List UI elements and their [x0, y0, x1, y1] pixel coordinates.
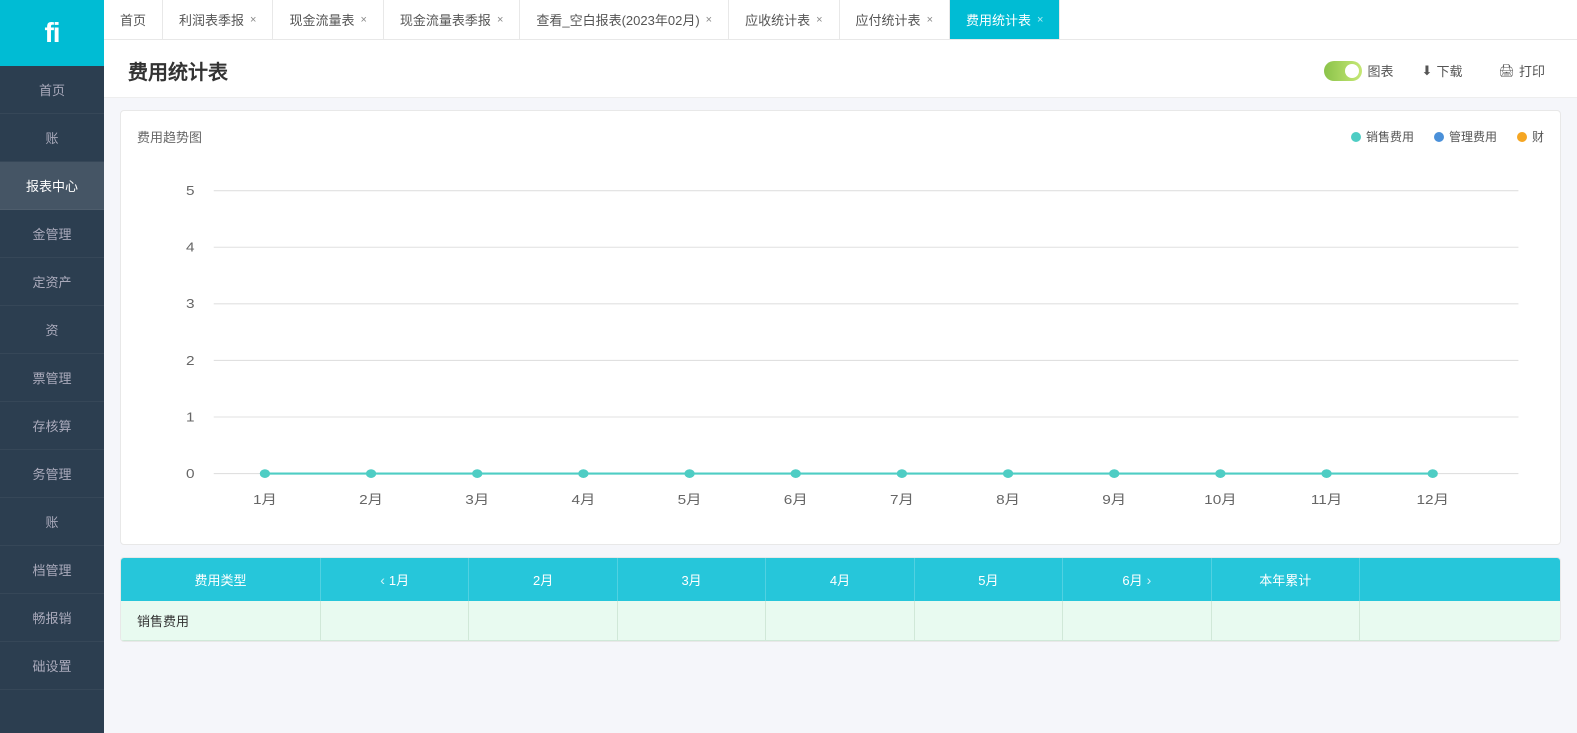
- tab-close-blank-report[interactable]: ×: [706, 14, 712, 26]
- download-button[interactable]: ⬇ 下载: [1414, 57, 1471, 84]
- svg-text:12月: 12月: [1417, 493, 1449, 508]
- svg-text:4月: 4月: [571, 493, 595, 508]
- svg-text:6月: 6月: [784, 493, 808, 508]
- data-table: 费用类型 ‹ 1月 2月 3月 4月 5月: [120, 557, 1561, 642]
- main-area: 首页 利润表季报 × 现金流量表 × 现金流量表季报 × 查看_空白报表(202…: [104, 0, 1577, 733]
- col-nav-prev[interactable]: ‹ 1月: [321, 558, 469, 601]
- tab-cashflow-quarterly[interactable]: 现金流量表季报 ×: [384, 0, 520, 39]
- col-month-4: 4月: [766, 558, 914, 601]
- cell-type: 销售费用: [121, 601, 321, 640]
- sidebar-item-account[interactable]: 账: [0, 498, 104, 546]
- app-logo: fi: [0, 0, 104, 66]
- svg-text:8月: 8月: [996, 493, 1020, 508]
- sidebar-item-settings[interactable]: 础设置: [0, 642, 104, 690]
- tab-payable[interactable]: 应付统计表 ×: [840, 0, 950, 39]
- tab-close-cashflow-quarterly[interactable]: ×: [497, 14, 503, 26]
- svg-text:2: 2: [186, 354, 195, 369]
- content-area: 费用统计表 图表 ⬇ 下载 🖨 打印 费用趋势图: [104, 40, 1577, 733]
- chart-toggle-switch[interactable]: [1324, 61, 1362, 81]
- sidebar-item-assets[interactable]: 定资产: [0, 258, 104, 306]
- page-header: 费用统计表 图表 ⬇ 下载 🖨 打印: [104, 40, 1577, 98]
- tab-home[interactable]: 首页: [104, 0, 163, 39]
- svg-text:1: 1: [186, 410, 195, 425]
- svg-text:9月: 9月: [1102, 493, 1126, 508]
- tab-close-receivable[interactable]: ×: [816, 14, 822, 26]
- sidebar-item-expense[interactable]: 畅报销: [0, 594, 104, 642]
- next-arrow-icon[interactable]: ›: [1147, 572, 1152, 588]
- sidebar: fi 首页 账 报表中心 金管理 定资产 资 票管理 存核算 务管理 账 档管理…: [0, 0, 104, 733]
- svg-text:4: 4: [186, 241, 195, 256]
- chart-legend: 销售费用 管理费用 财: [1351, 128, 1544, 145]
- sidebar-item-service[interactable]: 务管理: [0, 450, 104, 498]
- cell-m4: [766, 601, 914, 640]
- table-header-row: 费用类型 ‹ 1月 2月 3月 4月 5月: [121, 558, 1560, 601]
- tab-close-expense-stats[interactable]: ×: [1037, 14, 1043, 26]
- legend-finance: 财: [1517, 128, 1544, 145]
- tab-expense-stats[interactable]: 费用统计表 ×: [950, 0, 1060, 39]
- svg-text:10月: 10月: [1204, 493, 1236, 508]
- cell-m3: [618, 601, 766, 640]
- sidebar-item-reports[interactable]: 报表中心: [0, 162, 104, 210]
- tab-close-cashflow[interactable]: ×: [360, 14, 366, 26]
- table-row: 销售费用: [121, 601, 1560, 641]
- col-type: 费用类型: [121, 558, 321, 601]
- svg-text:0: 0: [186, 467, 195, 482]
- col-month-3: 3月: [618, 558, 766, 601]
- svg-text:5: 5: [186, 184, 195, 199]
- legend-dot-sales: [1351, 132, 1361, 142]
- cell-m1: [321, 601, 469, 640]
- cell-m2: [469, 601, 617, 640]
- print-icon: 🖨: [1498, 63, 1515, 79]
- tab-close-payable[interactable]: ×: [927, 14, 933, 26]
- page-title: 费用统计表: [128, 56, 228, 85]
- download-icon: ⬇: [1422, 63, 1433, 79]
- tab-receivable[interactable]: 应收统计表 ×: [729, 0, 839, 39]
- col-month-6-nav[interactable]: 6月 ›: [1063, 558, 1211, 601]
- sidebar-item-cash[interactable]: 金管理: [0, 210, 104, 258]
- tab-cashflow[interactable]: 现金流量表 ×: [273, 0, 383, 39]
- col-month-2: 2月: [469, 558, 617, 601]
- sidebar-item-ledger[interactable]: 账: [0, 114, 104, 162]
- sidebar-item-archive[interactable]: 档管理: [0, 546, 104, 594]
- svg-text:3: 3: [186, 297, 195, 312]
- sidebar-item-invoice[interactable]: 票管理: [0, 354, 104, 402]
- sidebar-item-inventory[interactable]: 存核算: [0, 402, 104, 450]
- svg-text:11月: 11月: [1311, 493, 1342, 508]
- cell-m6: [1063, 601, 1211, 640]
- tab-blank-report[interactable]: 查看_空白报表(2023年02月) ×: [520, 0, 729, 39]
- tab-profit-quarterly[interactable]: 利润表季报 ×: [163, 0, 273, 39]
- chart-title: 费用趋势图: [137, 127, 202, 146]
- chart-toggle-label[interactable]: 图表: [1324, 61, 1394, 81]
- sidebar-item-salary[interactable]: 资: [0, 306, 104, 354]
- legend-sales: 销售费用: [1351, 128, 1414, 145]
- col-ytd: 本年累计: [1212, 558, 1360, 601]
- legend-dot-finance: [1517, 132, 1527, 142]
- col-month-5: 5月: [915, 558, 1063, 601]
- print-button[interactable]: 🖨 打印: [1490, 57, 1553, 84]
- legend-dot-management: [1434, 132, 1444, 142]
- line-chart: 5 4 3 2 1 0: [137, 158, 1544, 528]
- chart-section: 费用趋势图 销售费用 管理费用 财: [120, 110, 1561, 545]
- svg-text:1月: 1月: [253, 493, 277, 508]
- svg-text:3月: 3月: [465, 493, 489, 508]
- svg-text:7月: 7月: [890, 493, 914, 508]
- cell-m5: [915, 601, 1063, 640]
- svg-text:5月: 5月: [678, 493, 702, 508]
- header-actions: 图表 ⬇ 下载 🖨 打印: [1324, 57, 1553, 84]
- sidebar-item-home[interactable]: 首页: [0, 66, 104, 114]
- legend-management: 管理费用: [1434, 128, 1497, 145]
- svg-text:2月: 2月: [359, 493, 383, 508]
- chart-svg: 5 4 3 2 1 0: [137, 158, 1544, 528]
- chart-header: 费用趋势图 销售费用 管理费用 财: [137, 127, 1544, 146]
- prev-arrow-icon[interactable]: ‹: [380, 572, 385, 588]
- cell-ytd: [1212, 601, 1360, 640]
- tab-close-profit-quarterly[interactable]: ×: [250, 14, 256, 26]
- tab-bar: 首页 利润表季报 × 现金流量表 × 现金流量表季报 × 查看_空白报表(202…: [104, 0, 1577, 40]
